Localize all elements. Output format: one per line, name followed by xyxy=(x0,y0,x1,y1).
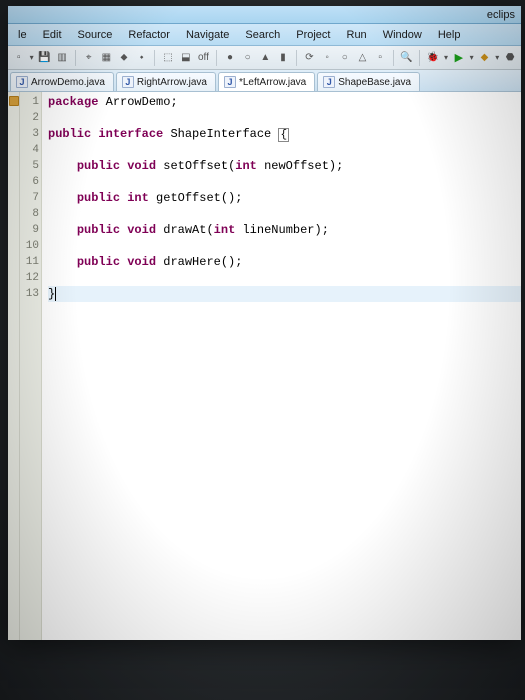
line-number: 13 xyxy=(20,286,39,302)
code-line[interactable] xyxy=(48,142,521,158)
triangle-up-icon[interactable]: ▲ xyxy=(258,50,272,66)
java-file-icon: J xyxy=(122,76,134,88)
menu-help[interactable]: Help xyxy=(430,27,469,43)
code-line[interactable]: public void setOffset(int newOffset); xyxy=(48,158,521,174)
dropdown-icon[interactable]: ▾ xyxy=(444,53,448,62)
dropdown-icon[interactable]: ▾ xyxy=(30,53,34,62)
toolbar-separator xyxy=(75,50,76,66)
save-all-icon[interactable]: ▥ xyxy=(55,50,69,66)
code-line[interactable]: public int getOffset(); xyxy=(48,190,521,206)
circle2-icon[interactable]: ○ xyxy=(338,50,352,66)
tab-label: ArrowDemo.java xyxy=(31,77,105,88)
menu-bar: le Edit Source Refactor Navigate Search … xyxy=(8,24,521,46)
text-cursor xyxy=(55,287,56,301)
save-icon[interactable]: 💾 xyxy=(38,50,52,66)
code-line[interactable]: public void drawAt(int lineNumber); xyxy=(48,222,521,238)
code-line[interactable] xyxy=(48,206,521,222)
code-line[interactable]: } xyxy=(48,286,521,302)
tab-label: *LeftArrow.java xyxy=(239,77,306,88)
line-number: 11 xyxy=(20,254,39,270)
coverage-icon[interactable]: ◆ xyxy=(478,50,492,66)
tab-rightarrow[interactable]: J RightArrow.java xyxy=(116,72,216,91)
code-line[interactable]: public interface ShapeInterface { xyxy=(48,126,521,142)
open-task-icon[interactable]: ⬓ xyxy=(179,50,193,66)
toggle-icon[interactable]: ▦ xyxy=(100,50,114,66)
toolbar-separator xyxy=(393,50,394,66)
refresh-icon[interactable]: ⟳ xyxy=(303,50,317,66)
app-name-fragment: eclips xyxy=(487,9,515,21)
dot3-icon[interactable]: ▫ xyxy=(373,50,387,66)
package-marker-icon[interactable] xyxy=(9,96,19,106)
tab-shapebase[interactable]: J ShapeBase.java xyxy=(317,72,420,91)
toolbar-separator xyxy=(296,50,297,66)
menu-search[interactable]: Search xyxy=(237,27,288,43)
line-number: 4 xyxy=(20,142,39,158)
toolbar-separator xyxy=(419,50,420,66)
code-editor[interactable]: 12345678910111213 package ArrowDemo;publ… xyxy=(8,92,521,640)
toggle-mark-icon[interactable]: off xyxy=(197,50,211,66)
run-icon[interactable]: ▶ xyxy=(452,50,466,66)
menu-project[interactable]: Project xyxy=(288,27,338,43)
dropdown-icon[interactable]: ▾ xyxy=(470,53,474,62)
toolbar: ▫ ▾ 💾 ▥ ⌖ ▦ ⬥ ⬩ ⬚ ⬓ off ● ○ ▲ ▮ ⟳ ◦ ○ △ ▫… xyxy=(8,46,521,70)
tri2-icon[interactable]: △ xyxy=(356,50,370,66)
code-line[interactable] xyxy=(48,270,521,286)
toolbar-separator xyxy=(154,50,155,66)
tab-arrowdemo[interactable]: J ArrowDemo.java xyxy=(10,72,114,91)
tab-label: RightArrow.java xyxy=(137,77,207,88)
line-number: 8 xyxy=(20,206,39,222)
line-number: 6 xyxy=(20,174,39,190)
menu-edit[interactable]: Edit xyxy=(35,27,70,43)
tab-leftarrow[interactable]: J *LeftArrow.java xyxy=(218,72,315,91)
code-area[interactable]: package ArrowDemo; public interface Shape… xyxy=(42,92,521,640)
tab-label: ShapeBase.java xyxy=(338,77,411,88)
circle-icon[interactable]: ○ xyxy=(241,50,255,66)
line-number: 7 xyxy=(20,190,39,206)
line-number: 12 xyxy=(20,270,39,286)
dropdown-icon[interactable]: ▾ xyxy=(495,53,499,62)
code-line[interactable]: package ArrowDemo; xyxy=(48,94,521,110)
dot2-icon[interactable]: ◦ xyxy=(320,50,334,66)
menu-source[interactable]: Source xyxy=(70,27,121,43)
editor-tab-row: J ArrowDemo.java J RightArrow.java J *Le… xyxy=(8,70,521,92)
line-number: 5 xyxy=(20,158,39,174)
menu-window[interactable]: Window xyxy=(375,27,430,43)
menu-file[interactable]: le xyxy=(10,27,35,43)
java-file-icon: J xyxy=(16,76,28,88)
matching-brace: { xyxy=(278,128,289,142)
code-line[interactable] xyxy=(48,174,521,190)
line-number: 9 xyxy=(20,222,39,238)
line-number-gutter: 12345678910111213 xyxy=(20,92,42,640)
code-line[interactable] xyxy=(48,110,521,126)
debug-icon[interactable]: 🐞 xyxy=(426,50,440,66)
ext-tools-icon[interactable]: ⬣ xyxy=(503,50,517,66)
step-icon[interactable]: ⬩ xyxy=(135,50,149,66)
pause-icon[interactable]: ▮ xyxy=(276,50,290,66)
line-number: 1 xyxy=(20,94,39,110)
java-file-icon: J xyxy=(323,76,335,88)
build-icon[interactable]: ⌖ xyxy=(82,50,96,66)
search-icon[interactable]: 🔍 xyxy=(400,50,414,66)
window-titlebar: eclips xyxy=(8,6,521,24)
menu-run[interactable]: Run xyxy=(339,27,375,43)
code-line[interactable]: public void drawHere(); xyxy=(48,254,521,270)
line-number: 10 xyxy=(20,238,39,254)
toolbar-separator xyxy=(216,50,217,66)
code-line[interactable] xyxy=(48,238,521,254)
open-type-icon[interactable]: ⬚ xyxy=(161,50,175,66)
java-file-icon: J xyxy=(224,76,236,88)
line-number: 2 xyxy=(20,110,39,126)
line-number: 3 xyxy=(20,126,39,142)
menu-navigate[interactable]: Navigate xyxy=(178,27,237,43)
breakpoint-icon[interactable]: ⬥ xyxy=(117,50,131,66)
new-icon[interactable]: ▫ xyxy=(12,50,26,66)
menu-refactor[interactable]: Refactor xyxy=(120,27,178,43)
dot-icon[interactable]: ● xyxy=(223,50,237,66)
marker-strip xyxy=(8,92,20,640)
